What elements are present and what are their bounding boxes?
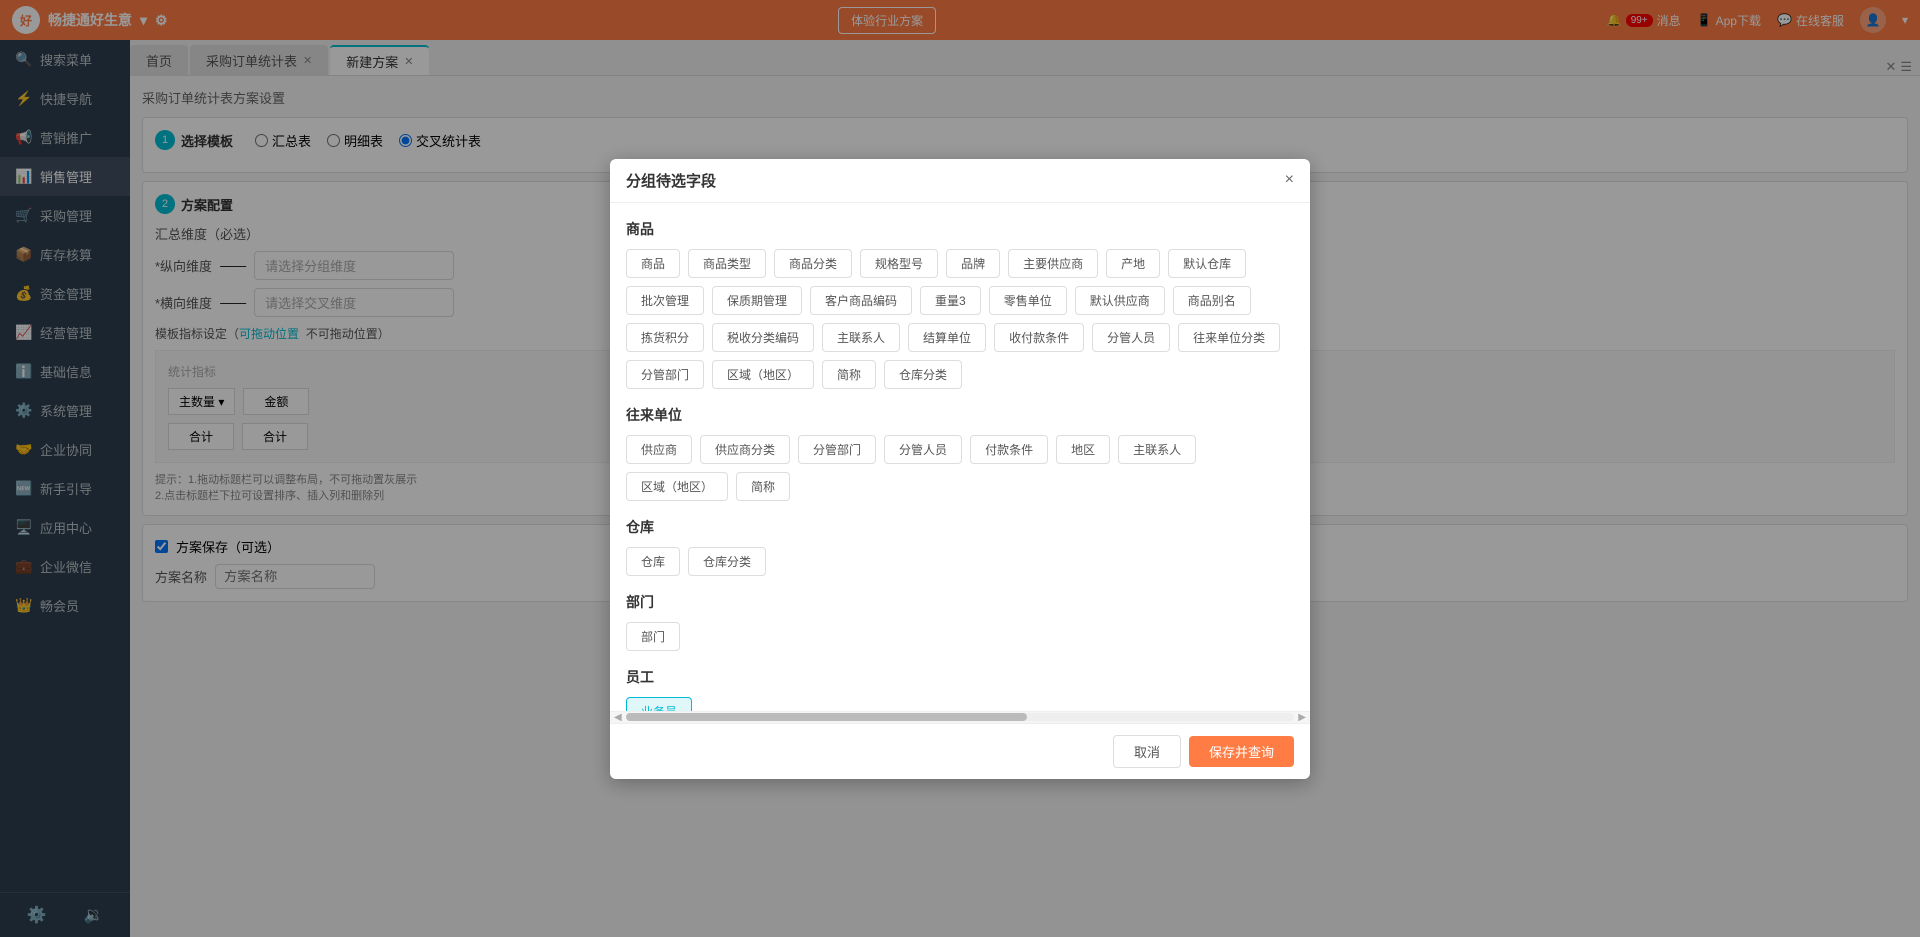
field-tag-supplier-type[interactable]: 供应商分类 (700, 435, 790, 464)
field-tag-supervisor[interactable]: 分管人员 (1092, 323, 1170, 352)
staff-field-tags: 业务员 (626, 697, 1294, 711)
field-group-counterpart-title: 往来单位 (626, 405, 1294, 425)
field-tag-customer-code[interactable]: 客户商品编码 (810, 286, 912, 315)
field-tag-supplier[interactable]: 供应商 (626, 435, 692, 464)
modal-field-selector: 分组待选字段 × 商品 商品 商品类型 商品分类 规格型号 品牌 主要供应商 产… (610, 159, 1310, 779)
field-tag-default-warehouse[interactable]: 默认仓库 (1168, 249, 1246, 278)
modal-horizontal-scrollbar[interactable]: ◀ ▶ (610, 711, 1310, 723)
field-tag-brand[interactable]: 品牌 (946, 249, 1000, 278)
field-group-staff-title: 员工 (626, 667, 1294, 687)
field-tag-default-supplier[interactable]: 默认供应商 (1075, 286, 1165, 315)
field-tag-abbr-counterpart[interactable]: 简称 (736, 472, 790, 501)
field-tag-salesperson[interactable]: 业务员 (626, 697, 692, 711)
department-field-tags: 部门 (626, 622, 1294, 651)
field-tag-warehouse-cat[interactable]: 仓库分类 (688, 547, 766, 576)
field-tag-counterpart-type[interactable]: 往来单位分类 (1178, 323, 1280, 352)
field-group-staff: 员工 业务员 (626, 667, 1294, 711)
field-tag-department[interactable]: 部门 (626, 622, 680, 651)
field-tag-pick-score[interactable]: 拣货积分 (626, 323, 704, 352)
product-field-tags: 商品 商品类型 商品分类 规格型号 品牌 主要供应商 产地 默认仓库 批次管理 … (626, 249, 1294, 389)
cancel-button[interactable]: 取消 (1113, 735, 1181, 768)
field-tag-product-category[interactable]: 商品分类 (774, 249, 852, 278)
field-tag-warehouse-category[interactable]: 仓库分类 (884, 360, 962, 389)
field-tag-abbr-product[interactable]: 简称 (822, 360, 876, 389)
field-tag-batch-mgmt[interactable]: 批次管理 (626, 286, 704, 315)
field-tag-area[interactable]: 地区 (1056, 435, 1110, 464)
field-tag-shelf-life[interactable]: 保质期管理 (712, 286, 802, 315)
field-group-department: 部门 部门 (626, 592, 1294, 651)
field-tag-main-contact2[interactable]: 主联系人 (1118, 435, 1196, 464)
save-query-button[interactable]: 保存并查询 (1189, 736, 1294, 767)
field-tag-settlement-unit[interactable]: 结算单位 (908, 323, 986, 352)
field-group-warehouse-title: 仓库 (626, 517, 1294, 537)
field-tag-supervise-dept[interactable]: 分管部门 (798, 435, 876, 464)
field-tag-dept[interactable]: 分管部门 (626, 360, 704, 389)
field-tag-spec-model[interactable]: 规格型号 (860, 249, 938, 278)
hscroll-right-arrow[interactable]: ▶ (1298, 712, 1306, 723)
field-group-department-title: 部门 (626, 592, 1294, 612)
field-tag-region-product[interactable]: 区域（地区） (712, 360, 814, 389)
modal-body: 商品 商品 商品类型 商品分类 规格型号 品牌 主要供应商 产地 默认仓库 批次… (610, 203, 1310, 711)
modal-title: 分组待选字段 (626, 170, 716, 191)
field-tag-main-supplier[interactable]: 主要供应商 (1008, 249, 1098, 278)
hscroll-left-arrow[interactable]: ◀ (614, 712, 622, 723)
field-tag-origin[interactable]: 产地 (1106, 249, 1160, 278)
counterpart-field-tags: 供应商 供应商分类 分管部门 分管人员 付款条件 地区 主联系人 区域（地区） … (626, 435, 1294, 501)
field-tag-payment-terms[interactable]: 收付款条件 (994, 323, 1084, 352)
hscroll-thumb[interactable] (626, 713, 1027, 721)
field-group-warehouse: 仓库 仓库 仓库分类 (626, 517, 1294, 576)
modal-header: 分组待选字段 × (610, 159, 1310, 203)
field-tag-product[interactable]: 商品 (626, 249, 680, 278)
modal-overlay: 分组待选字段 × 商品 商品 商品类型 商品分类 规格型号 品牌 主要供应商 产… (0, 0, 1920, 937)
field-tag-warehouse[interactable]: 仓库 (626, 547, 680, 576)
modal-footer: 取消 保存并查询 (610, 723, 1310, 779)
warehouse-field-tags: 仓库 仓库分类 (626, 547, 1294, 576)
hscroll-track (626, 713, 1295, 721)
field-group-product-title: 商品 (626, 219, 1294, 239)
field-tag-weight3[interactable]: 重量3 (920, 286, 981, 315)
field-tag-tax-code[interactable]: 税收分类编码 (712, 323, 814, 352)
field-tag-retail-unit[interactable]: 零售单位 (989, 286, 1067, 315)
modal-close-icon[interactable]: × (1285, 171, 1294, 189)
field-tag-main-contact[interactable]: 主联系人 (822, 323, 900, 352)
field-tag-product-alias[interactable]: 商品别名 (1173, 286, 1251, 315)
field-group-counterpart: 往来单位 供应商 供应商分类 分管部门 分管人员 付款条件 地区 主联系人 区域… (626, 405, 1294, 501)
field-tag-supervise-person[interactable]: 分管人员 (884, 435, 962, 464)
field-tag-pay-condition[interactable]: 付款条件 (970, 435, 1048, 464)
field-group-product: 商品 商品 商品类型 商品分类 规格型号 品牌 主要供应商 产地 默认仓库 批次… (626, 219, 1294, 389)
field-tag-region-counterpart[interactable]: 区域（地区） (626, 472, 728, 501)
field-tag-product-type[interactable]: 商品类型 (688, 249, 766, 278)
